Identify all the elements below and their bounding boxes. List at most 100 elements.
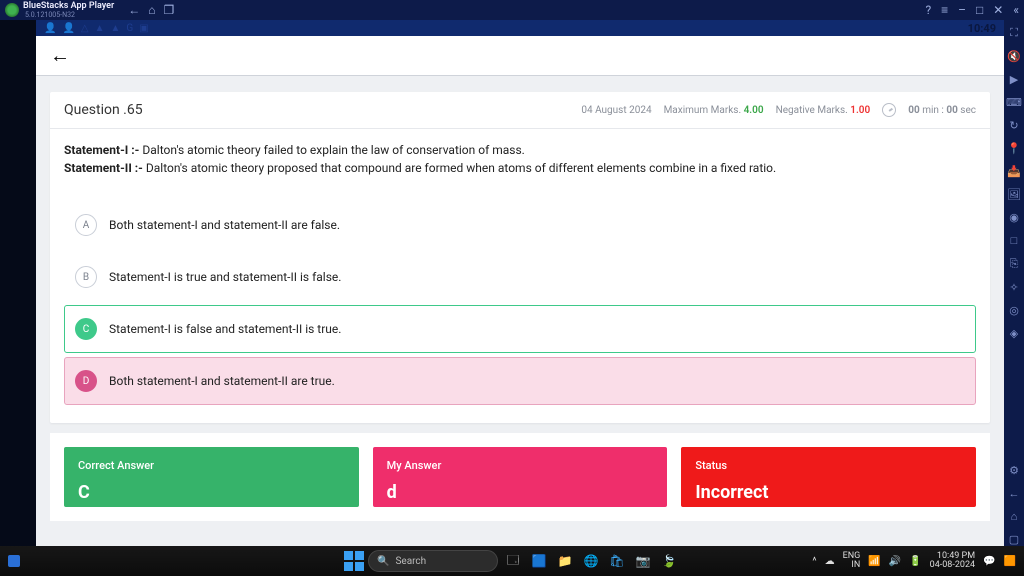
status-icon: G — [126, 23, 133, 34]
bs-side-settings-icon[interactable]: ⚙ — [1009, 464, 1019, 477]
bs-side-play-icon[interactable]: ▶ — [1010, 73, 1018, 86]
neg-marks-value: 1.00 — [850, 105, 870, 116]
max-marks-label: Maximum Marks. — [664, 105, 742, 116]
tray-date: 04-08-2024 — [930, 561, 975, 570]
taskbar-app-icon[interactable]: 📷 — [632, 550, 654, 572]
bs-recent-icon[interactable]: ❐ — [163, 3, 174, 17]
status-icon: 👤 — [44, 23, 56, 34]
bs-side-multi-icon[interactable]: □ — [1011, 234, 1018, 247]
bs-side-rotate-icon[interactable]: ↻ — [1009, 119, 1018, 132]
android-status-bar: 👤 👤 △ ▲ ▲ G ▣ 10:49 — [36, 20, 1004, 36]
my-answer-value: d — [387, 482, 654, 503]
my-answer-tile: My Answer d — [373, 447, 668, 507]
my-answer-label: My Answer — [387, 459, 654, 472]
taskbar-app-icon[interactable]: 🌐 — [580, 550, 602, 572]
option-a-text: Both statement-I and statement-II are fa… — [109, 218, 340, 232]
correct-answer-value: C — [78, 482, 345, 503]
bs-side-install-icon[interactable]: 📥 — [1007, 165, 1021, 178]
tray-chevron-icon[interactable]: ^ — [812, 556, 816, 567]
bs-minimize-icon[interactable]: – — [958, 3, 966, 17]
bs-side-copy-icon[interactable]: ⎘ — [1010, 257, 1019, 271]
question-body: Statement-I :- Dalton's atomic theory fa… — [50, 129, 990, 193]
taskbar-center: 🔍 Search 🗔 🟦 📁 🌐 🛍 📷 🍃 — [344, 550, 680, 572]
correct-answer-label: Correct Answer — [78, 459, 345, 472]
tray-battery-icon[interactable]: 🔋 — [909, 556, 921, 567]
tray-copilot-icon[interactable]: 🟧 — [1004, 556, 1016, 567]
option-d-text: Both statement-I and statement-II are tr… — [109, 374, 335, 388]
app-content: Question .65 04 August 2024 Maximum Mark… — [36, 76, 1004, 546]
bs-side-media-icon[interactable]: 🖼 — [1007, 188, 1021, 201]
tray-cloud-icon[interactable]: ☁ — [825, 556, 835, 567]
bs-side-back-icon[interactable]: ← — [1009, 487, 1020, 500]
question-date: 04 August 2024 — [581, 105, 651, 116]
status-icon: ▲ — [111, 23, 121, 34]
tray-notify-icon[interactable]: 💬 — [983, 556, 995, 567]
bs-menu-icon[interactable]: ≡ — [941, 3, 948, 17]
taskbar-pinned-icon[interactable] — [8, 555, 20, 567]
bs-help-icon[interactable]: ? — [925, 3, 931, 17]
timer-icon — [882, 103, 896, 117]
results-row: Correct Answer C My Answer d Status Inco… — [50, 433, 990, 521]
tray-language[interactable]: ENG IN — [843, 552, 861, 571]
tray-wifi-icon[interactable]: 📶 — [868, 556, 880, 567]
status-tile: Status Incorrect — [681, 447, 976, 507]
option-a[interactable]: A Both statement-I and statement-II are … — [64, 201, 976, 249]
correct-answer-tile: Correct Answer C — [64, 447, 359, 507]
option-b[interactable]: B Statement-I is true and statement-II i… — [64, 253, 976, 301]
status-icon: ▲ — [95, 23, 105, 34]
bs-side-location-icon[interactable]: 📍 — [1007, 142, 1021, 155]
bs-side-aim-icon[interactable]: ◎ — [1009, 304, 1019, 317]
emulator-viewport: 👤 👤 △ ▲ ▲ G ▣ 10:49 ← Question .65 0 — [36, 20, 1004, 546]
taskbar-app-icon[interactable]: 📁 — [554, 550, 576, 572]
option-c-bubble: C — [75, 318, 97, 340]
tray-volume-icon[interactable]: 🔊 — [889, 556, 901, 567]
bluestacks-title: BlueStacks App Player — [23, 1, 114, 11]
bs-side-sync-icon[interactable]: ✧ — [1009, 281, 1018, 294]
option-c-text: Statement-I is false and statement-II is… — [109, 322, 341, 336]
option-d-bubble: D — [75, 370, 97, 392]
taskbar-app-icon[interactable]: 🟦 — [528, 550, 550, 572]
bluestacks-subtitle: 5.0.121005-N32 — [25, 11, 114, 19]
bluestacks-logo-icon — [5, 3, 19, 17]
bs-back-icon[interactable]: ← — [128, 3, 140, 17]
bs-close-icon[interactable]: ✕ — [993, 3, 1003, 17]
question-number: 65 — [127, 102, 143, 118]
bs-side-record-icon[interactable]: ◉ — [1009, 211, 1019, 224]
search-icon: 🔍 — [377, 556, 389, 567]
status-icon: △ — [81, 23, 89, 34]
bs-maximize-icon[interactable]: □ — [976, 3, 983, 17]
app-back-button[interactable]: ← — [50, 43, 70, 68]
bs-side-diamond-icon[interactable]: ◈ — [1010, 327, 1018, 340]
option-d[interactable]: D Both statement-I and statement-II are … — [64, 357, 976, 405]
option-a-bubble: A — [75, 214, 97, 236]
bluestacks-titlebar: BlueStacks App Player 5.0.121005-N32 ← ⌂… — [0, 0, 1024, 20]
status-icon: ▣ — [139, 23, 148, 34]
tray-clock[interactable]: 10:49 PM 04-08-2024 — [930, 552, 975, 571]
options-list: A Both statement-I and statement-II are … — [50, 193, 990, 423]
question-card: Question .65 04 August 2024 Maximum Mark… — [50, 92, 990, 423]
bs-side-recent-icon[interactable]: ▢ — [1009, 533, 1019, 546]
bs-side-keyboard-icon[interactable]: ⌨ — [1006, 96, 1022, 109]
taskbar-app-icon[interactable]: 🍃 — [658, 550, 680, 572]
status-value: Incorrect — [695, 482, 962, 503]
question-label: Question . — [64, 102, 127, 118]
taskbar-app-icon[interactable]: 🛍 — [606, 550, 628, 572]
question-meta: 04 August 2024 Maximum Marks. 4.00 Negat… — [581, 103, 976, 117]
status-label: Status — [695, 459, 962, 472]
max-marks-value: 4.00 — [744, 105, 764, 116]
statement-2-text: Dalton's atomic theory proposed that com… — [143, 161, 776, 175]
timer-min: 00 — [908, 105, 919, 116]
taskbar-app-icon[interactable]: 🗔 — [502, 550, 524, 572]
bs-side-fullscreen-icon[interactable]: ⛶ — [1010, 26, 1018, 40]
bs-side-volume-icon[interactable]: 🔇 — [1007, 50, 1021, 63]
neg-marks-label: Negative Marks. — [776, 105, 848, 116]
option-b-bubble: B — [75, 266, 97, 288]
bs-home-icon[interactable]: ⌂ — [148, 3, 155, 17]
taskbar-search[interactable]: 🔍 Search — [368, 550, 498, 572]
start-button[interactable] — [344, 551, 364, 571]
system-tray: ^ ☁ ENG IN 📶 🔊 🔋 10:49 PM 04-08-2024 💬 🟧 — [812, 552, 1016, 571]
timer-sec: 00 — [946, 105, 957, 116]
bs-side-home-icon[interactable]: ⌂ — [1011, 510, 1018, 523]
option-c[interactable]: C Statement-I is false and statement-II … — [64, 305, 976, 353]
bs-collapse-icon[interactable]: « — [1013, 3, 1019, 17]
